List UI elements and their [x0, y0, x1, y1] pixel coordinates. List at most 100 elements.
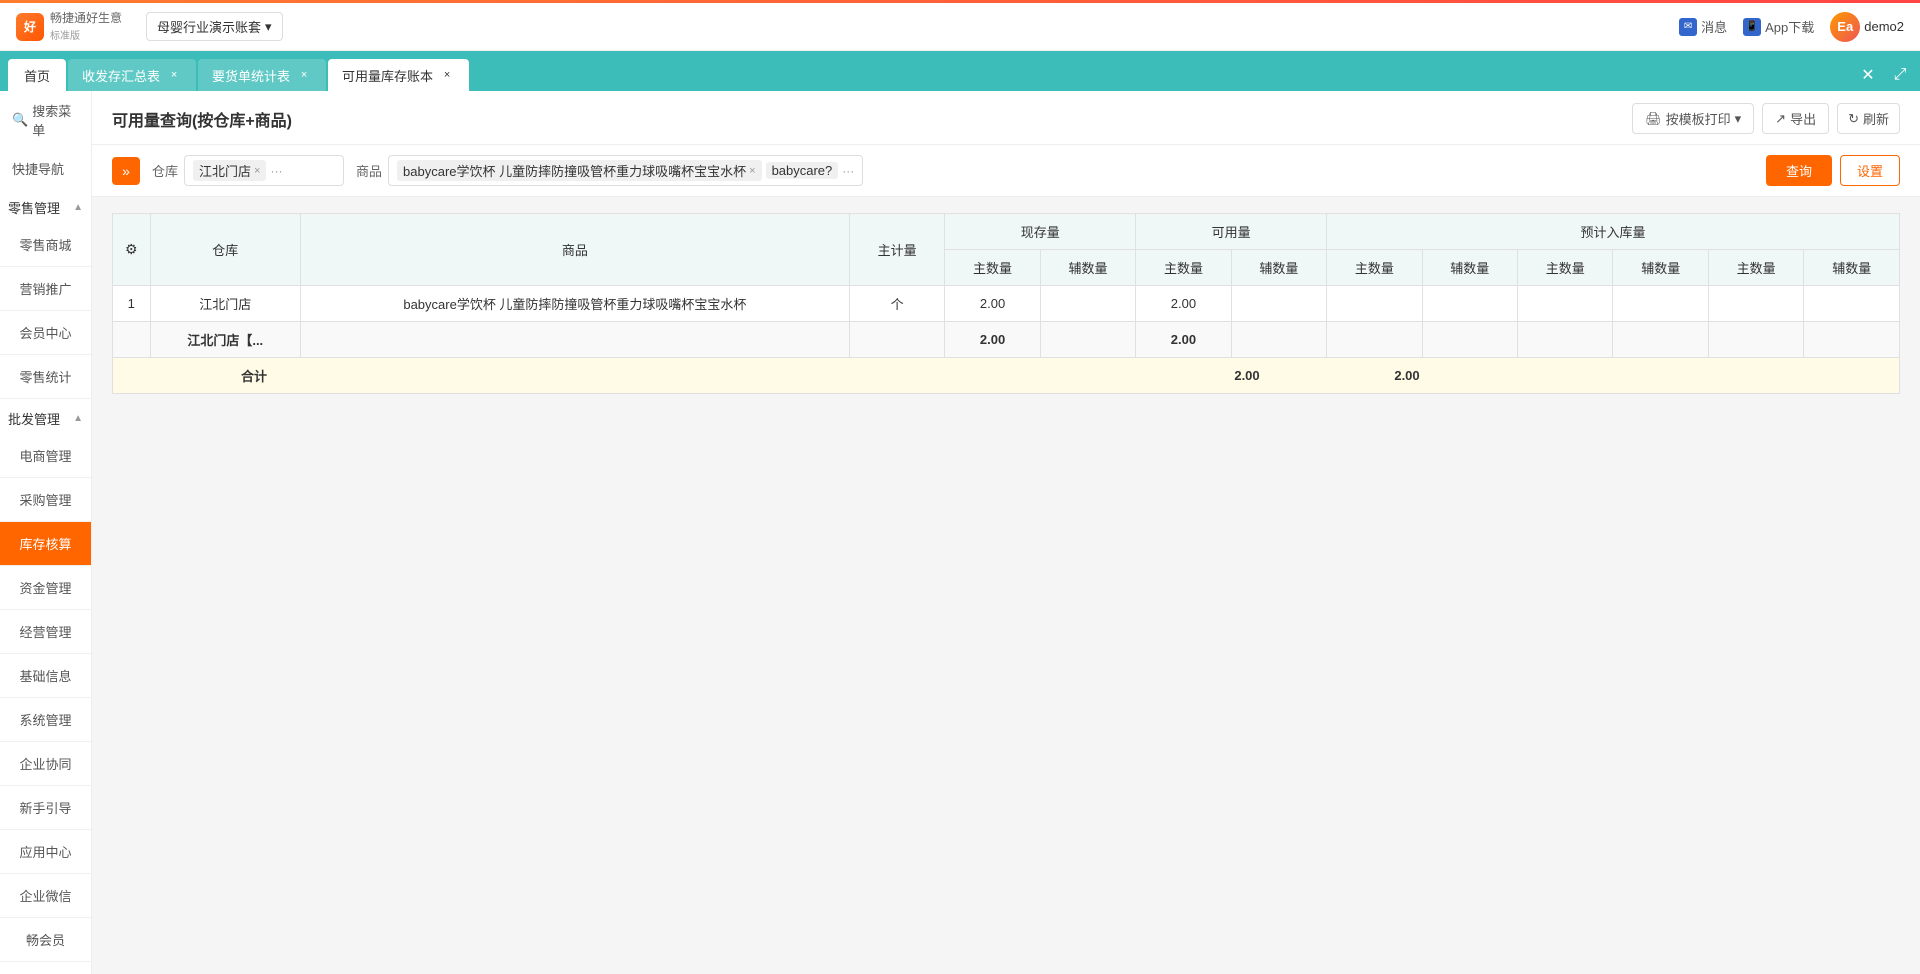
- message-action[interactable]: ✉ 消息: [1679, 17, 1727, 36]
- app-download-icon: 📱: [1743, 18, 1761, 36]
- sidebar-item-wechat[interactable]: 企业微信: [0, 874, 91, 918]
- tab-home[interactable]: 首页: [8, 59, 66, 91]
- sidebar-item-retail[interactable]: 零售管理 ▲: [0, 188, 91, 223]
- sidebar-marketing-label: 营销推广: [19, 279, 71, 298]
- filter-product-tag-2: babycare?: [766, 162, 839, 179]
- sidebar-item-member[interactable]: 会员中心: [0, 311, 91, 355]
- filter-product-field: 商品 babycare学饮杯 儿童防摔防撞吸管杯重力球吸嘴杯宝宝水杯 × bab…: [356, 155, 863, 186]
- data-table: ⚙ 仓库 商品 主计量 现存量 可用量 预计入库量 主数量 辅数量 主数量 辅数…: [112, 213, 1900, 358]
- footer-available-main-value: 2.00: [1394, 368, 1419, 383]
- tab-requisition[interactable]: 要货单统计表 ×: [198, 59, 326, 91]
- tab-receipt-label: 收发存汇总表: [82, 66, 160, 85]
- table-footer: 合计 2.00 2.00: [112, 358, 1900, 394]
- filter-expand-btn[interactable]: »: [112, 157, 140, 185]
- subtotal-unit: [849, 322, 944, 358]
- page-header: 可用量查询(按仓库+商品) 🖨 按模板打印 ▾ ↗ 导出 ↻ 刷新: [92, 91, 1920, 145]
- subtotal-p5: [1708, 322, 1803, 358]
- print-btn[interactable]: 🖨 按模板打印 ▾: [1632, 103, 1754, 134]
- sidebar-retail-label: 零售管理: [8, 198, 60, 217]
- col-incoming-header: 主数量: [1518, 250, 1613, 286]
- sidebar-basic-label: 基础信息: [19, 666, 71, 685]
- filter-warehouse-tag: 江北门店 ×: [193, 160, 266, 181]
- tab-bar-right: ✕ ⤢: [1856, 63, 1912, 91]
- filter-product-tag-1-close[interactable]: ×: [749, 165, 755, 177]
- refresh-label: 刷新: [1863, 109, 1889, 128]
- sidebar-item-apps[interactable]: 应用中心: [0, 830, 91, 874]
- refresh-btn[interactable]: ↻ 刷新: [1837, 103, 1900, 134]
- col-purchase-transit-header: 主数量: [1327, 250, 1422, 286]
- filter-warehouse-ellipsis[interactable]: ···: [270, 164, 282, 178]
- row-1-current-aux: [1040, 286, 1135, 322]
- row-1-incoming-aux: [1613, 286, 1708, 322]
- logo-area: 好 畅捷通好生意 标准版: [16, 11, 122, 42]
- sidebar-item-retail-stats[interactable]: 零售统计: [0, 355, 91, 399]
- footer-current-main: 2.00: [1207, 368, 1287, 383]
- expand-btn[interactable]: ⤢: [1888, 63, 1912, 87]
- sidebar-item-purchase[interactable]: 采购管理: [0, 478, 91, 522]
- sidebar-purchase-label: 采购管理: [19, 490, 71, 509]
- sidebar-wechat-label: 企业微信: [19, 886, 71, 905]
- row-1-available-aux: [1231, 286, 1326, 322]
- sidebar-item-ecommerce[interactable]: 电商管理: [0, 434, 91, 478]
- search-icon: 🔍: [12, 112, 28, 128]
- gear-icon[interactable]: ⚙: [125, 241, 138, 257]
- logo-icon: 好: [16, 13, 44, 41]
- app-download-action[interactable]: 📱 App下载: [1743, 17, 1814, 36]
- sidebar-item-inventory[interactable]: 库存核算: [0, 522, 91, 566]
- tab-requisition-close[interactable]: ×: [296, 67, 312, 83]
- sidebar-retail-mall-label: 零售商城: [19, 235, 71, 254]
- sidebar-enterprise-label: 企业协同: [19, 754, 71, 773]
- industry-selector[interactable]: 母婴行业演示账套 ▾: [146, 12, 283, 41]
- sidebar-item-enterprise[interactable]: 企业协同: [0, 742, 91, 786]
- filter-warehouse-input[interactable]: 江北门店 × ···: [184, 155, 344, 186]
- sidebar-inventory-label: 库存核算: [19, 534, 71, 553]
- row-1-purchase-main: [1327, 286, 1422, 322]
- username: demo2: [1864, 19, 1904, 34]
- col-warehouse-header: 仓库: [150, 214, 300, 286]
- tab-available[interactable]: 可用量库存账本 ×: [328, 59, 469, 91]
- query-btn[interactable]: 查询: [1766, 155, 1832, 186]
- sidebar-quick-nav[interactable]: 快捷导航: [0, 149, 91, 188]
- chevron-up-icon: ▲: [73, 202, 83, 213]
- row-1-available-main: 2.00: [1136, 286, 1231, 322]
- subtotal-p1: [1327, 322, 1422, 358]
- filter-product-input[interactable]: babycare学饮杯 儿童防摔防撞吸管杯重力球吸嘴杯宝宝水杯 × babyca…: [388, 155, 863, 186]
- sidebar-search[interactable]: 🔍 搜索菜单: [0, 91, 91, 149]
- close-window-btn[interactable]: ✕: [1856, 63, 1880, 87]
- subtotal-available-main: 2.00: [1136, 322, 1231, 358]
- print-label: 按模板打印: [1666, 109, 1731, 128]
- sidebar-item-wholesale[interactable]: 批发管理 ▲: [0, 399, 91, 434]
- sidebar-item-finance[interactable]: 资金管理: [0, 566, 91, 610]
- sidebar-item-system[interactable]: 系统管理: [0, 698, 91, 742]
- user-profile[interactable]: Ea demo2: [1830, 12, 1904, 42]
- header-left: 好 畅捷通好生意 标准版 母婴行业演示账套 ▾: [16, 11, 283, 42]
- sidebar-item-operations[interactable]: 经营管理: [0, 610, 91, 654]
- export-btn[interactable]: ↗ 导出: [1762, 103, 1829, 134]
- col-purchase-transit-sub: 辅数量: [1422, 250, 1517, 286]
- row-1-prod-aux: [1804, 286, 1900, 322]
- tab-receipt-close[interactable]: ×: [166, 67, 182, 83]
- settings-btn[interactable]: 设置: [1840, 155, 1900, 186]
- logo-text-block: 畅捷通好生意 标准版: [50, 11, 122, 42]
- footer-available-main: 2.00: [1367, 368, 1447, 383]
- row-1-warehouse: 江北门店: [150, 286, 300, 322]
- col-unit-header: 主计量: [849, 214, 944, 286]
- sidebar-item-vip[interactable]: 畅会员: [0, 918, 91, 962]
- print-icon: 🖨: [1645, 111, 1662, 127]
- export-label: 导出: [1790, 109, 1816, 128]
- filter-product-ellipsis[interactable]: ···: [842, 164, 854, 178]
- sidebar-item-basic[interactable]: 基础信息: [0, 654, 91, 698]
- tab-receipt[interactable]: 收发存汇总表 ×: [68, 59, 196, 91]
- filter-warehouse-label: 仓库: [152, 161, 178, 180]
- sidebar-item-marketing[interactable]: 营销推广: [0, 267, 91, 311]
- tab-requisition-label: 要货单统计表: [212, 66, 290, 85]
- sidebar-item-onboarding[interactable]: 新手引导: [0, 786, 91, 830]
- sidebar-item-retail-mall[interactable]: 零售商城: [0, 223, 91, 267]
- col-available-aux-header: 辅数量: [1231, 250, 1326, 286]
- filter-warehouse-tag-close[interactable]: ×: [254, 165, 260, 177]
- tab-home-label: 首页: [24, 66, 50, 85]
- message-label: 消息: [1701, 17, 1727, 36]
- row-1-purchase-aux: [1422, 286, 1517, 322]
- print-chevron-icon: ▾: [1735, 111, 1742, 127]
- tab-available-close[interactable]: ×: [439, 67, 455, 83]
